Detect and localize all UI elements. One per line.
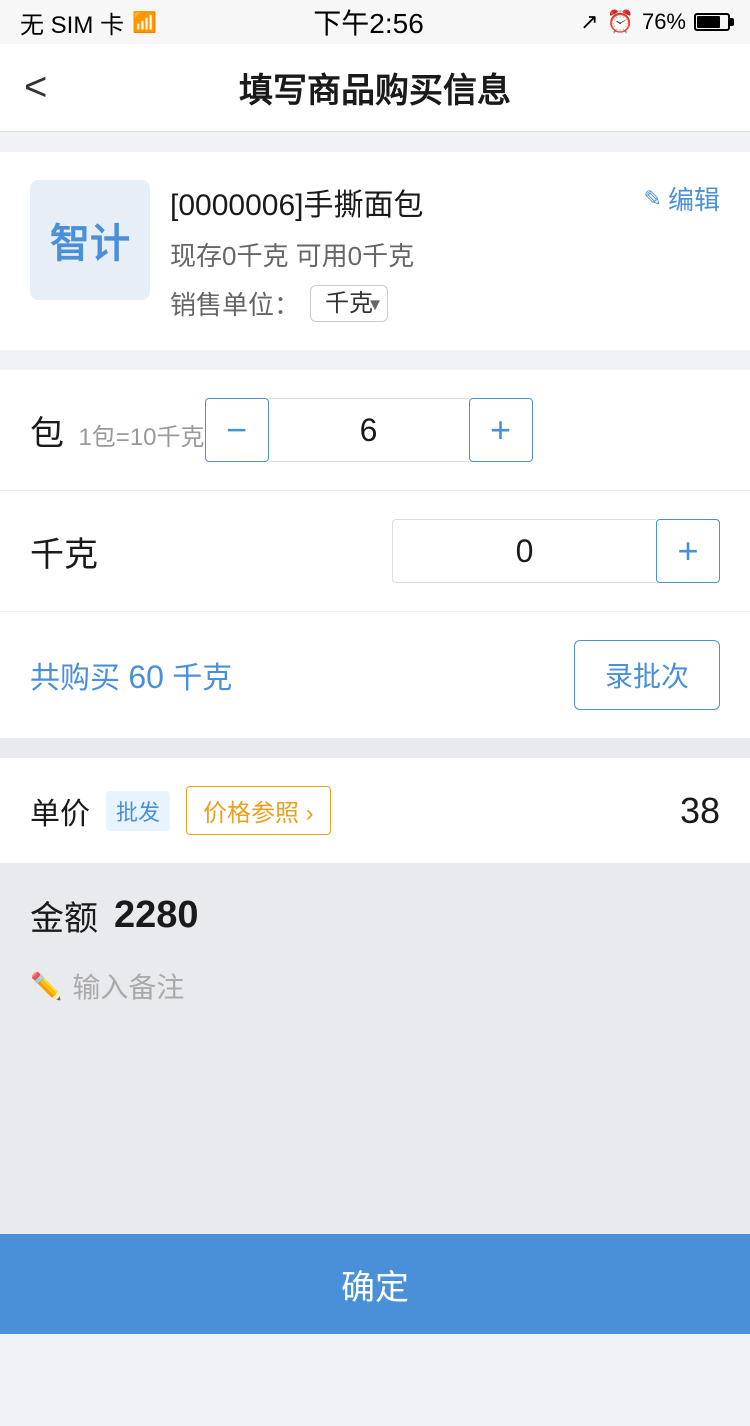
amount-value: 2280	[114, 894, 199, 937]
quantity-sub-label-bao: 1包=10千克	[78, 424, 204, 451]
edit-button[interactable]: ✎ 编辑	[644, 180, 720, 217]
quantity-label-kg: 千克	[30, 527, 392, 576]
unit-select[interactable]: 千克	[310, 285, 388, 322]
quantity-input-kg[interactable]	[392, 519, 656, 583]
battery-icon	[694, 13, 730, 31]
total-prefix: 共购买	[30, 662, 128, 695]
product-name: [0000006]手撕面包	[170, 180, 720, 224]
price-section: 单价 批发 价格参照 › 38	[0, 758, 750, 863]
status-right: ↗ ⏰ 76%	[580, 9, 730, 35]
carrier-text: 无 SIM 卡	[20, 5, 124, 40]
total-row: 共购买 60 千克 录批次	[0, 612, 750, 738]
price-value: 38	[680, 790, 720, 832]
status-bar: 无 SIM 卡 📶 下午2:56 ↗ ⏰ 76%	[0, 0, 750, 44]
quantity-controls-kg: +	[392, 519, 720, 583]
edit-label: 编辑	[668, 180, 720, 217]
quantity-row-bao: 包 1包=10千克 − +	[0, 370, 750, 491]
price-label: 单价	[30, 789, 90, 833]
amount-row: 金额 2280	[30, 891, 720, 940]
note-placeholder: 输入备注	[72, 966, 184, 1006]
back-button[interactable]: <	[24, 65, 47, 110]
quantity-input-bao[interactable]	[269, 398, 469, 462]
total-amount: 60	[128, 659, 164, 695]
record-batch-button[interactable]: 录批次	[574, 640, 720, 710]
price-row: 单价 批发 价格参照 › 38	[30, 786, 720, 835]
confirm-button[interactable]: 确定	[0, 1234, 750, 1334]
battery-percent: 76%	[642, 9, 686, 35]
product-logo: 智计	[50, 211, 130, 269]
quantity-row-kg: 千克 +	[0, 491, 750, 612]
status-left: 无 SIM 卡 📶	[20, 5, 157, 40]
total-suffix: 千克	[164, 662, 232, 695]
amount-section: 金额 2280 ✏️ 输入备注	[0, 863, 750, 1026]
unit-select-wrapper[interactable]: 千克	[310, 285, 388, 322]
product-thumbnail: 智计	[30, 180, 150, 300]
status-time: 下午2:56	[313, 2, 424, 42]
amount-label: 金额	[30, 891, 98, 940]
total-label: 共购买 60 千克	[30, 653, 232, 697]
quantity-label-bao: 包 1包=10千克	[30, 406, 205, 455]
product-info: [0000006]手撕面包 现存0千克 可用0千克 销售单位： 千克	[170, 180, 720, 322]
plus-button-kg[interactable]: +	[656, 519, 720, 583]
note-row[interactable]: ✏️ 输入备注	[30, 956, 720, 1016]
product-stock: 现存0千克 可用0千克	[170, 236, 720, 273]
tag-pifa: 批发	[106, 791, 170, 831]
plus-button-bao[interactable]: +	[469, 398, 533, 462]
note-icon: ✏️	[30, 971, 62, 1002]
nav-bar: < 填写商品购买信息	[0, 44, 750, 132]
minus-button-bao[interactable]: −	[205, 398, 269, 462]
price-left: 单价 批发 价格参照 ›	[30, 786, 331, 835]
location-icon: ↗	[580, 9, 598, 35]
alarm-icon: ⏰	[607, 9, 634, 35]
edit-icon: ✎	[644, 186, 662, 212]
wifi-icon: 📶	[132, 10, 157, 35]
quantity-controls-bao: − +	[205, 398, 533, 462]
unit-label: 销售单位：	[170, 285, 300, 322]
quantity-section: 包 1包=10千克 − + 千克 + 共购买 60 千克 录批次	[0, 370, 750, 738]
price-ref-button[interactable]: 价格参照 ›	[186, 786, 331, 835]
section-divider	[0, 738, 750, 758]
product-unit-row: 销售单位： 千克	[170, 285, 720, 322]
page-title: 填写商品购买信息	[239, 63, 511, 112]
product-card: 智计 [0000006]手撕面包 现存0千克 可用0千克 销售单位： 千克 ✎ …	[0, 152, 750, 350]
